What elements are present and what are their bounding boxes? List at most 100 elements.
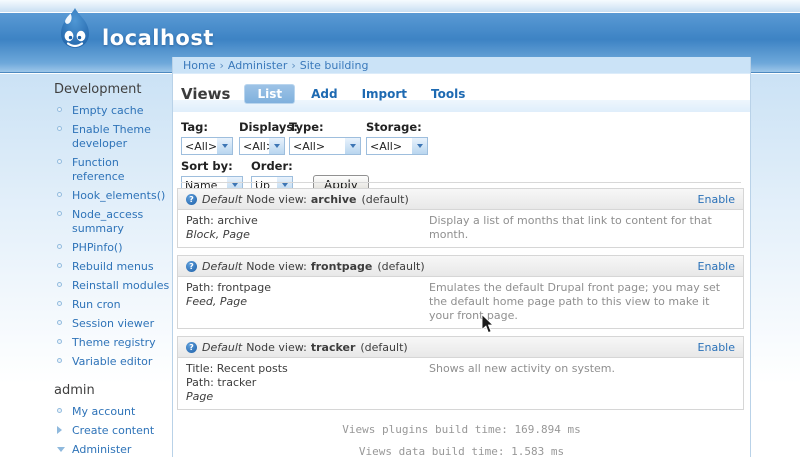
view-row-frontpage: ? Default Node view: frontpage (default)… bbox=[177, 255, 744, 329]
circle-bullet-icon bbox=[57, 126, 62, 131]
build-times: Views plugins build time: 169.894 ms Vie… bbox=[173, 423, 750, 457]
sidebar-item-enable-theme-developer[interactable]: Enable Theme developer bbox=[0, 123, 172, 151]
enable-link[interactable]: Enable bbox=[698, 341, 735, 354]
circle-bullet-icon bbox=[57, 159, 62, 164]
data-build-time: Views data build time: 1.583 ms bbox=[358, 445, 565, 457]
help-icon[interactable]: ? bbox=[186, 260, 197, 272]
type-select[interactable]: <All> bbox=[289, 137, 361, 155]
filter-storage: Storage: <All> bbox=[366, 120, 430, 155]
view-description: Shows all new activity on system. bbox=[429, 362, 615, 375]
top-strip bbox=[0, 0, 800, 13]
tab-import[interactable]: Import bbox=[362, 87, 407, 101]
druplicon-logo-icon[interactable] bbox=[54, 7, 96, 56]
filter-type: Type: <All> bbox=[289, 120, 366, 155]
expanded-arrow-icon[interactable] bbox=[57, 447, 65, 452]
circle-bullet-icon bbox=[57, 192, 62, 197]
displays-label: Displays: bbox=[239, 120, 298, 134]
order-label: Order: bbox=[251, 159, 293, 173]
breadcrumb-separator: › bbox=[219, 59, 224, 72]
sidebar-item-session-viewer[interactable]: Session viewer bbox=[0, 317, 172, 331]
circle-bullet-icon bbox=[57, 263, 62, 268]
circle-bullet-icon bbox=[57, 358, 62, 363]
view-displays: Block, Page bbox=[186, 228, 250, 241]
help-icon[interactable]: ? bbox=[186, 341, 197, 353]
sidebar-item-hook-elements[interactable]: Hook_elements() bbox=[0, 189, 172, 203]
dropdown-arrow-icon bbox=[269, 138, 284, 154]
sidebar: Development Empty cache Enable Theme dev… bbox=[0, 82, 172, 457]
circle-bullet-icon bbox=[57, 408, 62, 413]
sidebar-item-phpinfo[interactable]: PHPinfo() bbox=[0, 241, 172, 255]
circle-bullet-icon bbox=[57, 339, 62, 344]
sidebar-item-empty-cache[interactable]: Empty cache bbox=[0, 104, 172, 118]
view-flag: Default bbox=[202, 259, 243, 273]
view-kind: Node view: bbox=[246, 340, 307, 354]
type-label: Type: bbox=[289, 120, 324, 134]
displays-select[interactable]: <All> bbox=[239, 137, 285, 155]
view-row-tracker: ? Default Node view: tracker (default) E… bbox=[177, 336, 744, 410]
enable-link[interactable]: Enable bbox=[698, 260, 735, 273]
view-kind: Node view: bbox=[246, 192, 307, 206]
view-flag: Default bbox=[202, 192, 243, 206]
view-displays: Feed, Page bbox=[186, 295, 247, 308]
dropdown-arrow-icon bbox=[217, 138, 232, 154]
breadcrumb-site-building[interactable]: Site building bbox=[300, 59, 369, 72]
sidebar-section-development: Development Empty cache Enable Theme dev… bbox=[0, 82, 172, 369]
view-kind: Node view: bbox=[246, 259, 307, 273]
mouse-cursor bbox=[481, 313, 495, 337]
view-path: Path: archive bbox=[186, 214, 258, 227]
breadcrumb-separator: › bbox=[291, 59, 296, 72]
sidebar-heading-admin: admin bbox=[54, 383, 95, 398]
dropdown-arrow-icon bbox=[345, 138, 360, 154]
view-suffix: (default) bbox=[377, 259, 425, 273]
view-suffix: (default) bbox=[360, 340, 408, 354]
storage-select[interactable]: <All> bbox=[366, 137, 428, 155]
sidebar-item-node-access-summary[interactable]: Node_access summary bbox=[0, 208, 172, 236]
tag-select[interactable]: <All> bbox=[181, 137, 233, 155]
sidebar-item-function-reference[interactable]: Function reference bbox=[0, 156, 172, 184]
sidebar-item-variable-editor[interactable]: Variable editor bbox=[0, 355, 172, 369]
sidebar-section-admin: admin My account Create content Administ… bbox=[0, 383, 172, 457]
view-details: Path: archive Block, Page bbox=[186, 214, 429, 242]
tab-list[interactable]: List bbox=[244, 84, 296, 104]
circle-bullet-icon bbox=[57, 320, 62, 325]
view-displays: Page bbox=[186, 390, 214, 403]
help-icon[interactable]: ? bbox=[186, 193, 197, 205]
view-row-archive: ? Default Node view: archive (default) E… bbox=[177, 188, 744, 248]
sidebar-item-administer[interactable]: Administer bbox=[0, 443, 172, 457]
page-title: Views bbox=[181, 85, 231, 103]
view-title: Title: Recent posts bbox=[186, 362, 288, 375]
sidebar-item-my-account[interactable]: My account bbox=[0, 405, 172, 419]
collapsed-arrow-icon[interactable] bbox=[57, 426, 62, 434]
circle-bullet-icon bbox=[57, 211, 62, 216]
breadcrumb-administer[interactable]: Administer bbox=[228, 59, 287, 72]
tab-add[interactable]: Add bbox=[311, 87, 337, 101]
site-name[interactable]: localhost bbox=[102, 26, 214, 50]
view-details: Path: frontpage Feed, Page bbox=[186, 281, 429, 323]
sidebar-item-reinstall-modules[interactable]: Reinstall modules bbox=[0, 279, 172, 293]
view-row-header: ? Default Node view: frontpage (default)… bbox=[178, 256, 743, 277]
breadcrumb-home[interactable]: Home bbox=[183, 59, 215, 72]
breadcrumb: Home › Administer › Site building bbox=[173, 57, 750, 74]
enable-link[interactable]: Enable bbox=[698, 193, 735, 206]
filters-divider bbox=[181, 182, 741, 183]
view-row-header: ? Default Node view: tracker (default) E… bbox=[178, 337, 743, 358]
view-description: Display a list of months that link to co… bbox=[429, 214, 712, 241]
sidebar-heading-development: Development bbox=[54, 82, 142, 97]
sort-by-label: Sort by: bbox=[181, 159, 233, 173]
view-path: Path: tracker bbox=[186, 376, 257, 389]
view-name: archive bbox=[310, 192, 357, 206]
sidebar-item-rebuild-menus[interactable]: Rebuild menus bbox=[0, 260, 172, 274]
circle-bullet-icon bbox=[57, 301, 62, 306]
plugins-build-time: Views plugins build time: 169.894 ms bbox=[342, 423, 581, 436]
tab-tools[interactable]: Tools bbox=[431, 87, 465, 101]
sidebar-item-theme-registry[interactable]: Theme registry bbox=[0, 336, 172, 350]
view-description: Emulates the default Drupal front page; … bbox=[429, 281, 721, 322]
filter-tag: Tag: <All> bbox=[181, 120, 239, 155]
circle-bullet-icon bbox=[57, 282, 62, 287]
sidebar-item-create-content[interactable]: Create content bbox=[0, 424, 172, 438]
view-name: frontpage bbox=[310, 259, 373, 273]
circle-bullet-icon bbox=[57, 244, 62, 249]
filter-displays: Displays: <All> bbox=[239, 120, 298, 155]
sidebar-item-run-cron[interactable]: Run cron bbox=[0, 298, 172, 312]
circle-bullet-icon bbox=[57, 107, 62, 112]
